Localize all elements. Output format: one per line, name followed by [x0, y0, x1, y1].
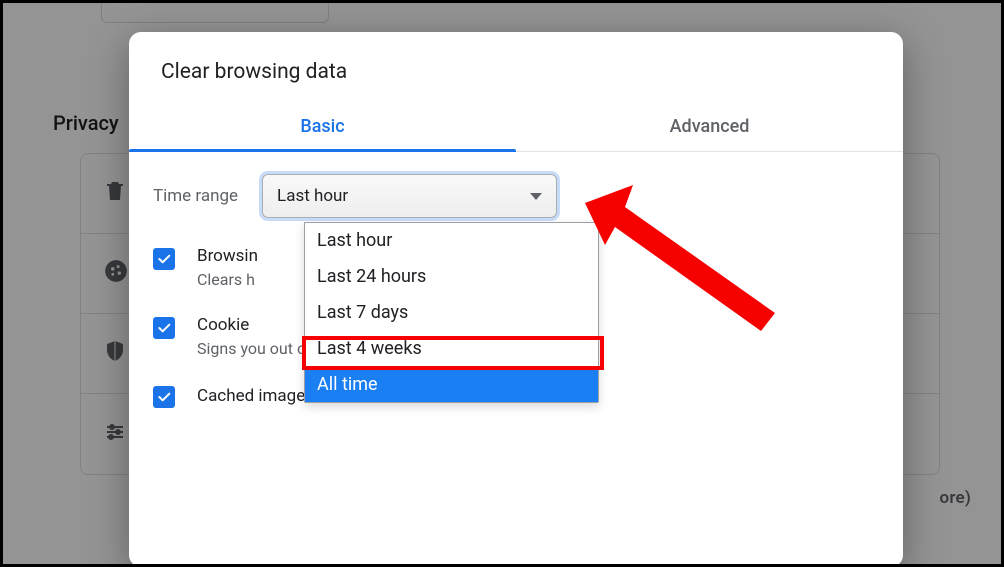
- dialog-body: Time range Last hour Last hour Last 24 h…: [129, 152, 903, 456]
- chevron-down-icon: [530, 193, 542, 200]
- tab-advanced[interactable]: Advanced: [516, 102, 903, 151]
- time-range-label: Time range: [153, 186, 238, 206]
- time-range-option[interactable]: Last 7 days: [305, 295, 598, 331]
- check-icon: [156, 251, 172, 267]
- checkbox-browsing-history[interactable]: [153, 248, 175, 270]
- dialog-title: Clear browsing data: [129, 32, 903, 102]
- tab-basic-label: Basic: [300, 116, 344, 137]
- time-range-option[interactable]: Last hour: [305, 223, 598, 259]
- tab-basic[interactable]: Basic: [129, 102, 516, 151]
- time-range-row: Time range Last hour Last hour Last 24 h…: [153, 174, 879, 218]
- time-range-dropdown: Last hour Last 24 hours Last 7 days Last…: [304, 222, 599, 403]
- checkbox-cookies[interactable]: [153, 317, 175, 339]
- check-icon: [156, 389, 172, 405]
- time-range-option[interactable]: Last 24 hours: [305, 259, 598, 295]
- check-icon: [156, 320, 172, 336]
- tab-advanced-label: Advanced: [670, 116, 750, 137]
- clear-browsing-data-dialog: Clear browsing data Basic Advanced Time …: [129, 32, 903, 564]
- time-range-select[interactable]: Last hour: [262, 174, 557, 218]
- time-range-selected-value: Last hour: [277, 186, 348, 206]
- dialog-tabs: Basic Advanced: [129, 102, 903, 152]
- option-browsing-history-text: Browsin Clears h: [197, 246, 258, 289]
- option-subtitle: Clears h: [197, 270, 258, 289]
- checkbox-cached-images[interactable]: [153, 386, 175, 408]
- time-range-option-all-time[interactable]: All time: [305, 367, 598, 403]
- option-title: Browsin: [197, 246, 258, 266]
- time-range-option[interactable]: Last 4 weeks: [305, 331, 598, 367]
